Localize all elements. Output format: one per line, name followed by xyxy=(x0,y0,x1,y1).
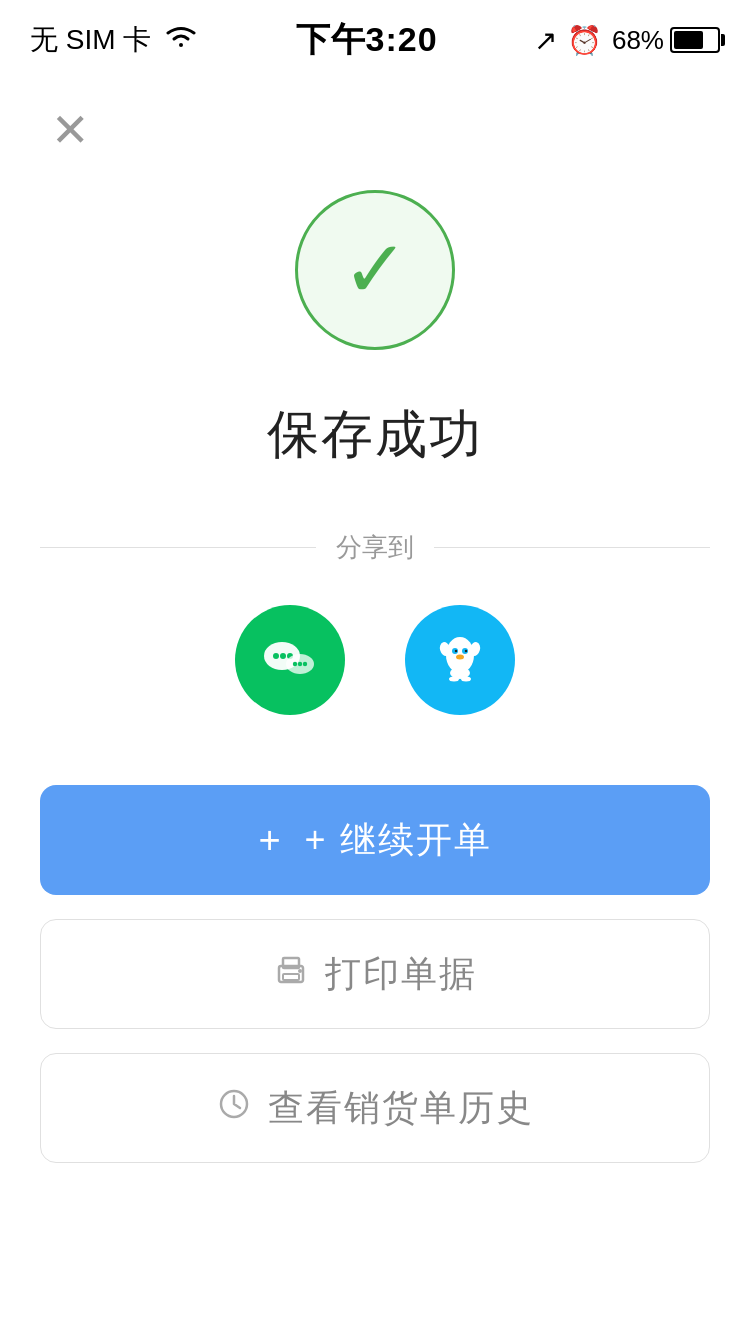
status-bar: 无 SIM 卡 下午3:20 ↗ ⏰ 68% xyxy=(0,0,750,80)
svg-rect-21 xyxy=(283,974,299,980)
wechat-share-button[interactable] xyxy=(235,605,345,715)
divider-right xyxy=(434,547,710,548)
close-icon: ✕ xyxy=(51,107,90,153)
history-icon xyxy=(216,1086,252,1131)
alarm-icon: ⏰ xyxy=(567,24,602,57)
battery-pct: 68% xyxy=(612,25,664,56)
wechat-icon xyxy=(256,626,324,694)
history-button[interactable]: 查看销货单历史 xyxy=(40,1053,710,1163)
share-icons xyxy=(40,605,710,715)
close-button-row: ✕ xyxy=(40,80,710,180)
svg-point-7 xyxy=(303,662,307,666)
qq-share-button[interactable] xyxy=(405,605,515,715)
battery-icon xyxy=(670,27,720,53)
svg-point-14 xyxy=(456,655,464,660)
svg-point-2 xyxy=(280,653,286,659)
location-icon: ↗ xyxy=(534,24,557,57)
battery-fill xyxy=(674,31,703,49)
print-label: 打印单据 xyxy=(325,950,477,999)
success-circle: ✓ xyxy=(295,190,455,350)
svg-point-13 xyxy=(465,650,467,652)
status-left: 无 SIM 卡 xyxy=(30,21,199,59)
svg-point-12 xyxy=(455,650,457,652)
carrier-label: 无 SIM 卡 xyxy=(30,21,151,59)
continue-button[interactable]: + + 继续开单 xyxy=(40,785,710,895)
svg-point-18 xyxy=(461,677,471,682)
share-divider: 分享到 xyxy=(40,530,710,565)
action-buttons: + + 继续开单 打印单据 查看销货单历史 xyxy=(40,785,710,1163)
main-content: ✕ ✓ 保存成功 分享到 xyxy=(0,80,750,1334)
plus-icon: + xyxy=(258,819,282,862)
continue-label: + 继续开单 xyxy=(305,816,492,865)
share-label: 分享到 xyxy=(336,530,414,565)
status-right: ↗ ⏰ 68% xyxy=(534,24,720,57)
svg-point-6 xyxy=(298,662,302,666)
share-section: 分享到 xyxy=(40,530,710,715)
qq-icon xyxy=(429,629,491,691)
battery-block: 68% xyxy=(612,25,720,56)
history-label: 查看销货单历史 xyxy=(268,1084,534,1133)
success-title: 保存成功 xyxy=(267,400,483,470)
svg-point-17 xyxy=(449,677,459,682)
svg-point-1 xyxy=(273,653,279,659)
svg-point-22 xyxy=(298,969,302,973)
close-button[interactable]: ✕ xyxy=(40,100,100,160)
wifi-icon xyxy=(163,23,199,58)
svg-point-5 xyxy=(293,662,297,666)
print-button[interactable]: 打印单据 xyxy=(40,919,710,1029)
print-icon xyxy=(273,952,309,997)
status-time: 下午3:20 xyxy=(296,17,438,63)
checkmark-icon: ✓ xyxy=(342,230,409,310)
divider-left xyxy=(40,547,316,548)
